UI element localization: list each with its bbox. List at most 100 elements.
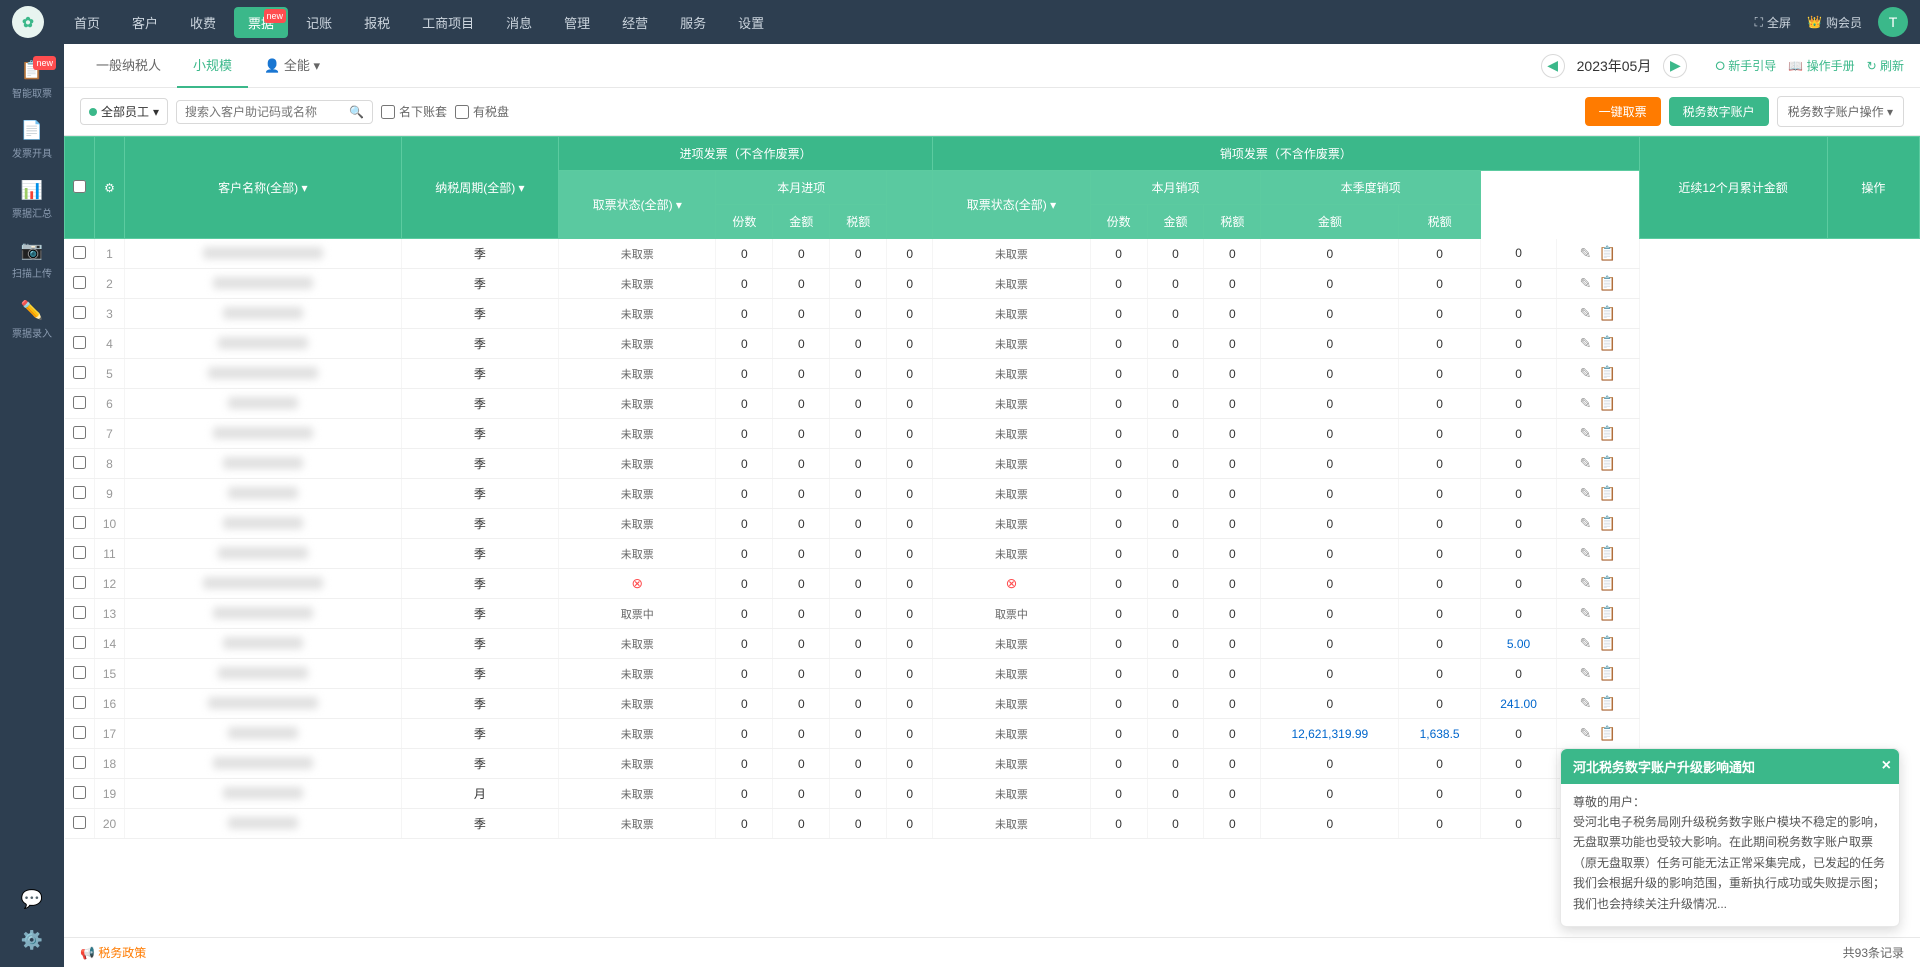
row-checkbox[interactable] [73,576,86,589]
edit-button[interactable]: ✎ [1578,665,1594,681]
sidebar-item-smartticket[interactable]: 📋 new 智能取票 [0,52,64,108]
copy-button[interactable]: 📋 [1597,665,1618,681]
date-next-button[interactable]: ▶ [1663,54,1687,78]
one-click-button[interactable]: 一键取票 [1585,97,1661,126]
row-checkbox[interactable] [73,606,86,619]
row-checkbox[interactable] [73,816,86,829]
edit-button[interactable]: ✎ [1578,515,1594,531]
select-all-checkbox[interactable] [73,180,86,193]
row-checkbox[interactable] [73,666,86,679]
copy-button[interactable]: 📋 [1597,605,1618,621]
sidebar-item-entry[interactable]: ✏️ 票据录入 [0,292,64,348]
copy-button[interactable]: 📋 [1597,305,1618,321]
row-checkbox[interactable] [73,516,86,529]
copy-button[interactable]: 📋 [1597,395,1618,411]
edit-button[interactable]: ✎ [1578,725,1594,741]
copy-button[interactable]: 📋 [1597,515,1618,531]
sidebar-item-summary[interactable]: 📊 票据汇总 [0,172,64,228]
nav-accounting[interactable]: 记账 [292,7,346,38]
sidebar-item-openinvoice[interactable]: 📄 发票开具 [0,112,64,168]
tax-digital-ops-button[interactable]: 税务数字账户操作 ▾ [1777,96,1904,127]
client-search-input[interactable] [185,105,345,119]
edit-button[interactable]: ✎ [1578,425,1594,441]
tab-all[interactable]: 👤 全能 ▾ [248,44,336,88]
tax-policy-link[interactable]: 📢 税务政策 [80,944,146,961]
edit-button[interactable]: ✎ [1578,245,1594,261]
edit-button[interactable]: ✎ [1578,455,1594,471]
checkbox-account[interactable]: 名下账套 [381,103,447,120]
account-checkbox[interactable] [381,105,395,119]
edit-button[interactable]: ✎ [1578,635,1594,651]
copy-button[interactable]: 📋 [1597,545,1618,561]
taxdisk-checkbox[interactable] [455,105,469,119]
row-checkbox[interactable] [73,306,86,319]
row-checkbox[interactable] [73,396,86,409]
refresh-link[interactable]: ↻ 刷新 [1867,57,1904,74]
date-prev-button[interactable]: ◀ [1541,54,1565,78]
edit-button[interactable]: ✎ [1578,605,1594,621]
row-checkbox[interactable] [73,486,86,499]
notification-close-button[interactable]: × [1882,757,1891,775]
edit-button[interactable]: ✎ [1578,335,1594,351]
copy-button[interactable]: 📋 [1597,245,1618,261]
nav-invoice[interactable]: 票据 new [234,7,288,38]
row-checkbox[interactable] [73,726,86,739]
nav-commerce[interactable]: 工商项目 [408,7,488,38]
search-icon[interactable]: 🔍 [349,105,364,119]
sidebar-item-chat[interactable]: 💬 [0,881,64,918]
tab-general-taxpayer[interactable]: 一般纳税人 [80,44,177,88]
edit-button[interactable]: ✎ [1578,365,1594,381]
member-button[interactable]: 👑 购会员 [1807,14,1862,31]
copy-button[interactable]: 📋 [1597,485,1618,501]
employee-filter[interactable]: 全部员工 ▾ [80,98,168,125]
edit-button[interactable]: ✎ [1578,395,1594,411]
guide-link[interactable]: ⭘ 新手引导 [1715,57,1776,74]
edit-button[interactable]: ✎ [1578,545,1594,561]
nav-settings[interactable]: 设置 [724,7,778,38]
nav-tax[interactable]: 报税 [350,7,404,38]
tab-small-scale[interactable]: 小规模 [177,44,248,88]
copy-button[interactable]: 📋 [1597,695,1618,711]
row-checkbox[interactable] [73,756,86,769]
edit-button[interactable]: ✎ [1578,485,1594,501]
row-checkbox[interactable] [73,786,86,799]
sidebar-item-gear[interactable]: ⚙️ [0,922,64,959]
copy-button[interactable]: 📋 [1597,575,1618,591]
row-checkbox[interactable] [73,546,86,559]
in-status-cell: 未取票 [559,329,716,359]
row-checkbox[interactable] [73,246,86,259]
user-avatar[interactable]: T [1878,7,1908,37]
row-checkbox[interactable] [73,456,86,469]
nav-clients[interactable]: 客户 [118,7,172,38]
nav-business[interactable]: 经营 [608,7,662,38]
edit-button[interactable]: ✎ [1578,305,1594,321]
edit-button[interactable]: ✎ [1578,695,1594,711]
copy-button[interactable]: 📋 [1597,335,1618,351]
row-checkbox[interactable] [73,276,86,289]
copy-button[interactable]: 📋 [1597,425,1618,441]
nav-billing[interactable]: 收费 [176,7,230,38]
copy-button[interactable]: 📋 [1597,725,1618,741]
sidebar-item-scan[interactable]: 📷 扫描上传 [0,232,64,288]
fullscreen-button[interactable]: ⛶ 全屏 [1755,14,1791,31]
checkbox-taxdisk[interactable]: 有税盘 [455,103,509,120]
nav-messages[interactable]: 消息 [492,7,546,38]
in-amount-cell: 0 [773,539,830,569]
copy-button[interactable]: 📋 [1597,455,1618,471]
app-logo[interactable]: ✿ [12,6,44,38]
copy-button[interactable]: 📋 [1597,275,1618,291]
copy-button[interactable]: 📋 [1597,365,1618,381]
manual-link[interactable]: 📖 操作手册 [1788,57,1854,74]
nav-management[interactable]: 管理 [550,7,604,38]
row-checkbox[interactable] [73,426,86,439]
row-checkbox[interactable] [73,636,86,649]
nav-service[interactable]: 服务 [666,7,720,38]
tax-digital-button[interactable]: 税务数字账户 [1669,97,1769,126]
copy-button[interactable]: 📋 [1597,635,1618,651]
row-checkbox[interactable] [73,696,86,709]
edit-button[interactable]: ✎ [1578,275,1594,291]
nav-home[interactable]: 首页 [60,7,114,38]
edit-button[interactable]: ✎ [1578,575,1594,591]
row-checkbox[interactable] [73,336,86,349]
row-checkbox[interactable] [73,366,86,379]
